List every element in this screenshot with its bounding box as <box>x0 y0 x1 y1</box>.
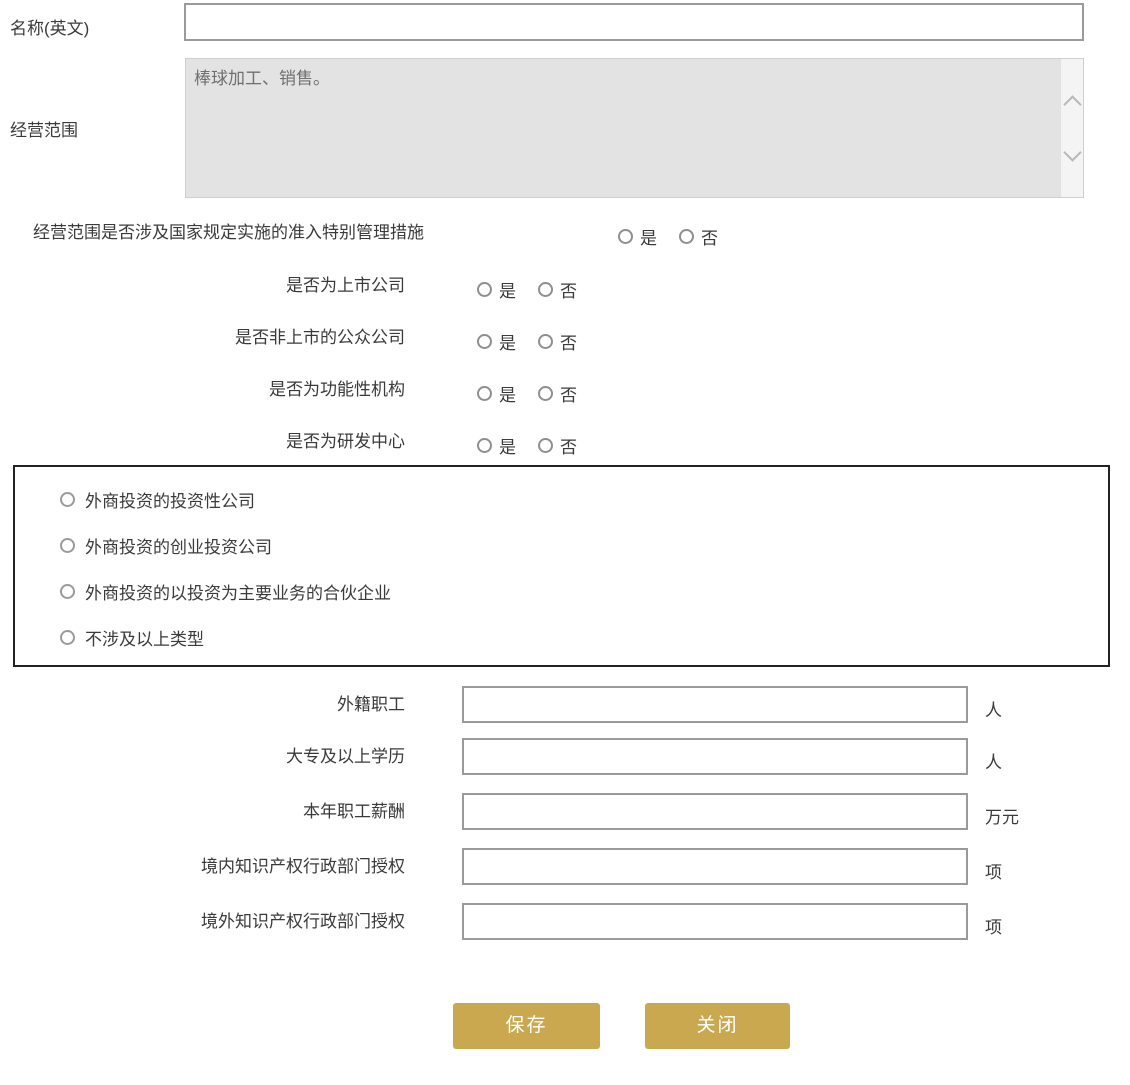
radio-option-yes-2[interactable]: 是 <box>477 329 516 354</box>
radio-circle-icon <box>679 229 694 244</box>
radio-group-1[interactable]: 是 否 <box>477 277 577 302</box>
radio-no-label-0: 否 <box>701 229 718 248</box>
name-en-label: 名称(英文) <box>10 19 90 38</box>
investment-type-option-2[interactable]: 外商投资的以投资为主要业务的合伙企业 <box>60 579 391 604</box>
investment-type-option-3[interactable]: 不涉及以上类型 <box>60 625 204 650</box>
number-field-unit-1: 人 <box>985 753 1002 772</box>
radio-no-label-1: 否 <box>560 282 577 301</box>
radio-question-label-4: 是否为研发中心 <box>286 432 405 451</box>
radio-group-4[interactable]: 是 否 <box>477 433 577 458</box>
investment-type-label-0: 外商投资的投资性公司 <box>85 492 255 511</box>
radio-question-label-2: 是否非上市的公众公司 <box>235 328 405 347</box>
radio-option-no-1[interactable]: 否 <box>538 277 577 302</box>
name-en-input[interactable] <box>184 3 1084 41</box>
number-field-input-1[interactable] <box>462 738 968 775</box>
number-field-label-2: 本年职工薪酬 <box>303 802 405 821</box>
business-scope-label: 经营范围 <box>10 121 78 140</box>
radio-option-no-0[interactable]: 否 <box>679 224 718 249</box>
business-scope-scrollbar[interactable] <box>1060 59 1083 197</box>
investment-type-group-box: 外商投资的投资性公司 外商投资的创业投资公司 外商投资的以投资为主要业务的合伙企… <box>13 465 1110 667</box>
radio-yes-label-2: 是 <box>499 334 516 353</box>
radio-group-0[interactable]: 是 否 <box>618 224 718 249</box>
number-field-unit-2: 万元 <box>985 808 1019 827</box>
number-field-unit-3: 项 <box>985 863 1002 882</box>
radio-circle-icon <box>60 584 75 599</box>
radio-option-yes-3[interactable]: 是 <box>477 381 516 406</box>
radio-no-label-3: 否 <box>560 386 577 405</box>
number-field-label-3: 境内知识产权行政部门授权 <box>201 857 405 876</box>
close-button[interactable]: 关闭 <box>645 1003 790 1049</box>
investment-type-option-0[interactable]: 外商投资的投资性公司 <box>60 487 255 512</box>
radio-circle-icon <box>538 386 553 401</box>
number-field-input-3[interactable] <box>462 848 968 885</box>
radio-yes-label-3: 是 <box>499 386 516 405</box>
radio-option-no-2[interactable]: 否 <box>538 329 577 354</box>
radio-option-no-4[interactable]: 否 <box>538 433 577 458</box>
radio-circle-icon <box>60 538 75 553</box>
radio-circle-icon <box>477 386 492 401</box>
radio-group-2[interactable]: 是 否 <box>477 329 577 354</box>
number-field-unit-4: 项 <box>985 918 1002 937</box>
radio-no-label-2: 否 <box>560 334 577 353</box>
radio-option-yes-1[interactable]: 是 <box>477 277 516 302</box>
number-field-label-0: 外籍职工 <box>337 695 405 714</box>
radio-yes-label-1: 是 <box>499 282 516 301</box>
radio-question-label-1: 是否为上市公司 <box>286 276 405 295</box>
number-field-label-4: 境外知识产权行政部门授权 <box>201 912 405 931</box>
radio-yes-label-4: 是 <box>499 438 516 457</box>
number-field-input-4[interactable] <box>462 903 968 940</box>
radio-question-label-0: 经营范围是否涉及国家规定实施的准入特别管理措施 <box>33 223 424 242</box>
radio-circle-icon <box>618 229 633 244</box>
business-scope-value: 棒球加工、销售。 <box>194 69 330 88</box>
number-field-unit-0: 人 <box>985 701 1002 720</box>
radio-circle-icon <box>538 282 553 297</box>
chevron-down-icon[interactable] <box>1061 142 1083 165</box>
radio-circle-icon <box>477 282 492 297</box>
radio-option-no-3[interactable]: 否 <box>538 381 577 406</box>
radio-group-3[interactable]: 是 否 <box>477 381 577 406</box>
investment-type-option-1[interactable]: 外商投资的创业投资公司 <box>60 533 272 558</box>
radio-circle-icon <box>60 630 75 645</box>
radio-circle-icon <box>538 334 553 349</box>
business-scope-textarea[interactable]: 棒球加工、销售。 <box>185 58 1084 198</box>
number-field-input-2[interactable] <box>462 793 968 830</box>
radio-no-label-4: 否 <box>560 438 577 457</box>
radio-circle-icon <box>477 334 492 349</box>
save-button[interactable]: 保存 <box>453 1003 600 1049</box>
number-field-input-0[interactable] <box>462 686 968 723</box>
investment-type-label-1: 外商投资的创业投资公司 <box>85 538 272 557</box>
radio-circle-icon <box>477 438 492 453</box>
chevron-up-icon[interactable] <box>1061 91 1083 114</box>
investment-type-label-2: 外商投资的以投资为主要业务的合伙企业 <box>85 584 391 603</box>
radio-circle-icon <box>538 438 553 453</box>
radio-option-yes-0[interactable]: 是 <box>618 224 657 249</box>
radio-option-yes-4[interactable]: 是 <box>477 433 516 458</box>
number-field-label-1: 大专及以上学历 <box>286 747 405 766</box>
form-page: 名称(英文) 经营范围 棒球加工、销售。 经营范围是否涉及国家规定实施的准入特别… <box>0 0 1130 1085</box>
radio-circle-icon <box>60 492 75 507</box>
investment-type-label-3: 不涉及以上类型 <box>85 630 204 649</box>
radio-question-label-3: 是否为功能性机构 <box>269 380 405 399</box>
radio-yes-label-0: 是 <box>640 229 657 248</box>
